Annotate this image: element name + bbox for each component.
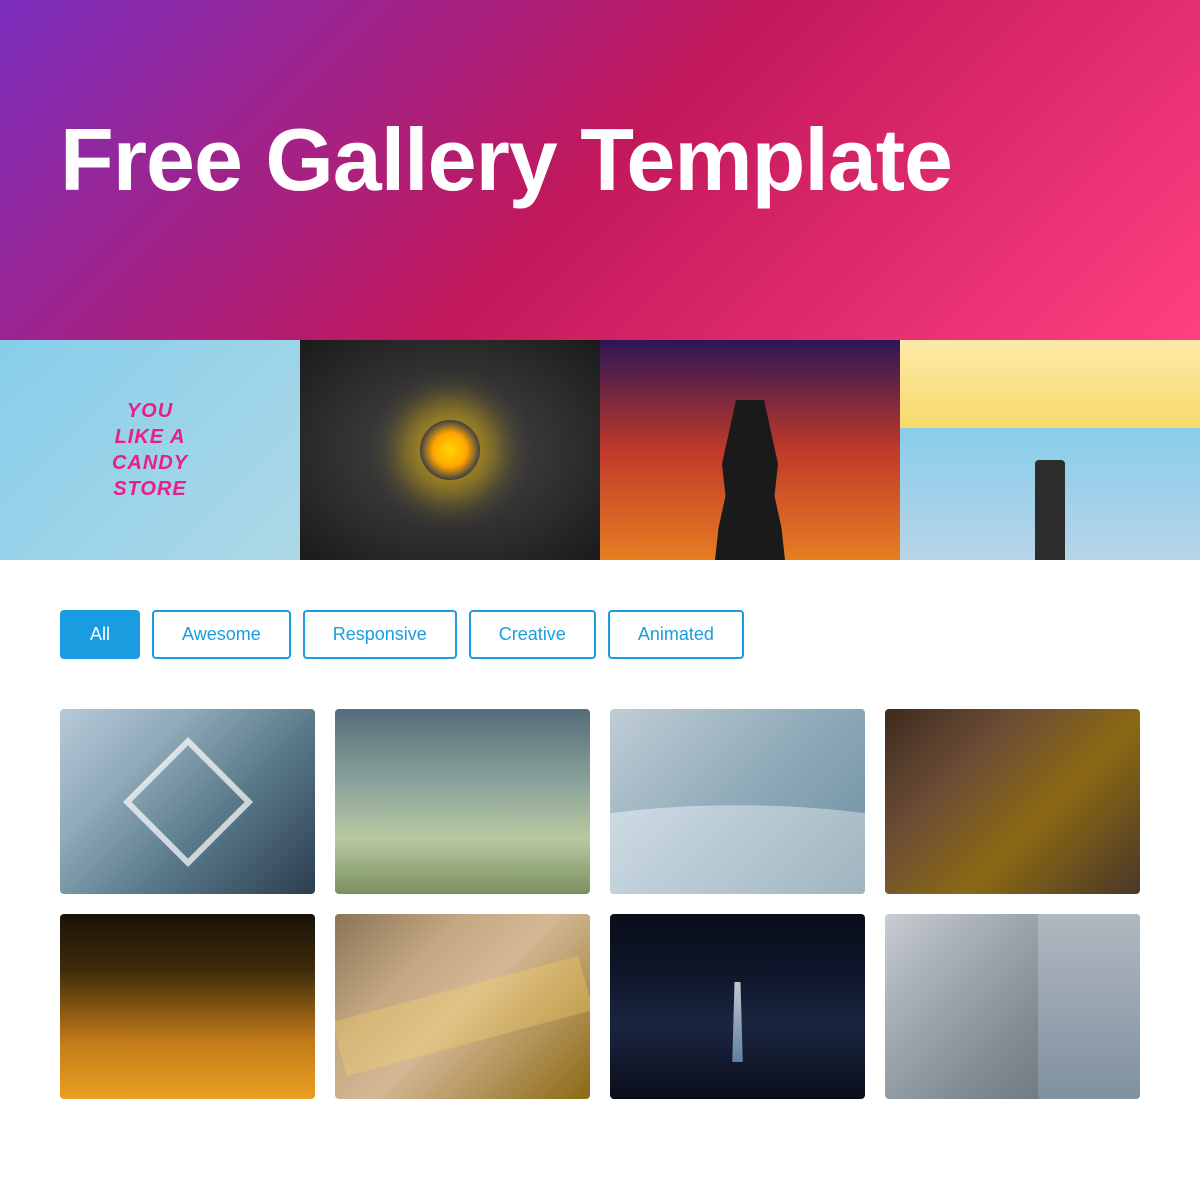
silhouette-shape: [715, 400, 785, 560]
strip-image-mountain: [900, 340, 1200, 560]
sparkler-glow: [420, 420, 480, 480]
gallery-image-8: [885, 914, 1140, 1099]
gallery-image-6: [335, 914, 590, 1099]
gallery-item-4[interactable]: [885, 709, 1140, 894]
gallery-item-3[interactable]: [610, 709, 865, 894]
gallery-item-1[interactable]: [60, 709, 315, 894]
gallery-item-2[interactable]: [335, 709, 590, 894]
image-strip: YOU LIKE A CANDY STORE: [0, 340, 1200, 560]
gallery-image-4: [885, 709, 1140, 894]
hero-section: Free Gallery Template: [0, 0, 1200, 340]
gallery-grid: [0, 689, 1200, 1159]
filter-all-button[interactable]: All: [60, 610, 140, 659]
gallery-item-7[interactable]: [610, 914, 865, 1099]
filter-awesome-button[interactable]: Awesome: [152, 610, 291, 659]
mountain-person: [1035, 460, 1065, 560]
gallery-item-8[interactable]: [885, 914, 1140, 1099]
filter-responsive-button[interactable]: Responsive: [303, 610, 457, 659]
gallery-image-5: [60, 914, 315, 1099]
gallery-image-1: [60, 709, 315, 894]
filter-animated-button[interactable]: Animated: [608, 610, 744, 659]
gallery-item-5[interactable]: [60, 914, 315, 1099]
gallery-image-2: [335, 709, 590, 894]
candy-text: YOU LIKE A CANDY STORE: [112, 398, 188, 502]
filter-section: All Awesome Responsive Creative Animated: [0, 560, 1200, 689]
gallery-item-6[interactable]: [335, 914, 590, 1099]
strip-image-sparkler: [300, 340, 600, 560]
hero-title: Free Gallery Template: [60, 112, 952, 209]
gallery-image-3: [610, 709, 865, 894]
filter-creative-button[interactable]: Creative: [469, 610, 596, 659]
strip-image-candy: YOU LIKE A CANDY STORE: [0, 340, 300, 560]
strip-image-silhouette: [600, 340, 900, 560]
gallery-image-7: [610, 914, 865, 1099]
